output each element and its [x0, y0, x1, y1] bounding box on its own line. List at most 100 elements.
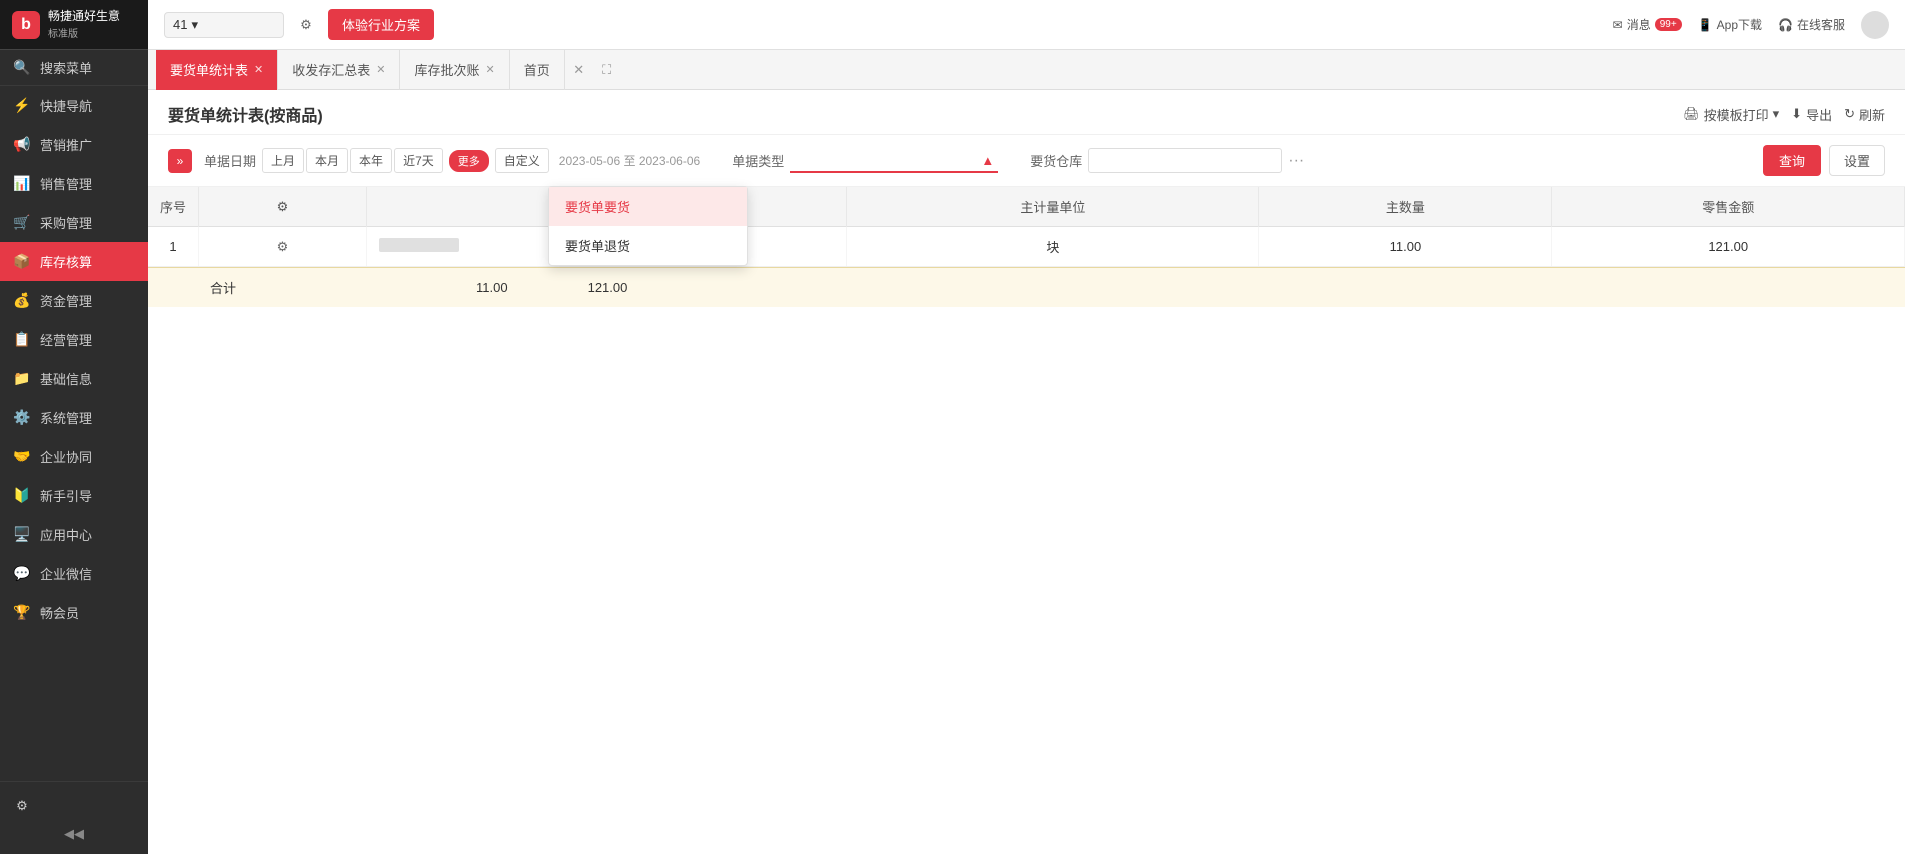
tab-home[interactable]: 首页 — [510, 50, 565, 90]
warehouse-input[interactable] — [1088, 148, 1282, 173]
export-btn[interactable]: ⬇ 导出 — [1791, 105, 1832, 124]
messages-action[interactable]: ✉ 消息 99+ — [1613, 16, 1682, 33]
tab-close-collection-summary[interactable]: ✕ — [376, 63, 385, 76]
cell-amount-0: 121.00 — [1552, 227, 1905, 267]
sidebar-item-app-center[interactable]: 🖥️ 应用中心 — [0, 515, 148, 554]
filter-settings-btn[interactable]: 设置 — [1829, 145, 1885, 176]
tab-expand-btn[interactable]: ✕ — [565, 56, 593, 84]
sidebar-icon-newbie: 🔰 — [12, 487, 32, 504]
date-label: 单据日期 — [204, 151, 256, 170]
sidebar-label-sales: 销售管理 — [40, 174, 92, 193]
sidebar-icon-system: ⚙️ — [12, 409, 32, 426]
doc-type-dropdown: 要货单要货要货单退货 — [548, 186, 748, 266]
sidebar-icon-finance: 💰 — [12, 292, 32, 309]
app-download-label: App下载 — [1717, 16, 1762, 33]
sidebar-label-wechat: 企业微信 — [40, 564, 92, 583]
top-header: 41 ▾ ⚙ 体验行业方案 ✉ 消息 99+ 📱 App下载 🎧 在线客服 — [148, 0, 1905, 50]
sidebar-item-operations[interactable]: 📋 经营管理 — [0, 320, 148, 359]
date-btn-this-year[interactable]: 本年 — [350, 148, 392, 173]
sidebar-icon-marketing: 📢 — [12, 136, 32, 153]
trial-btn[interactable]: 体验行业方案 — [328, 9, 434, 40]
main-area: 41 ▾ ⚙ 体验行业方案 ✉ 消息 99+ 📱 App下载 🎧 在线客服 要货… — [148, 0, 1905, 854]
sidebar-icon-quick-nav: ⚡ — [12, 97, 32, 114]
print-btn[interactable]: 🖨 按模板打印 ▾ — [1683, 105, 1779, 124]
search-icon: 🔍 — [12, 59, 32, 76]
tab-bar: 要货单统计表✕收发存汇总表✕库存批次账✕首页 ✕ ⛶ — [148, 50, 1905, 90]
dropdown-item-requisition-return[interactable]: 要货单退货 — [549, 226, 747, 265]
logo-icon: b — [12, 11, 40, 39]
header-right: ✉ 消息 99+ 📱 App下载 🎧 在线客服 — [1613, 11, 1889, 39]
online-service-action[interactable]: 🎧 在线客服 — [1778, 16, 1845, 33]
sidebar-search-label: 搜索菜单 — [40, 58, 92, 77]
tab-close-requisition-stats[interactable]: ✕ — [254, 63, 263, 76]
header-gear-btn[interactable]: ⚙ — [292, 11, 320, 39]
refresh-btn[interactable]: ↻ 刷新 — [1844, 105, 1885, 124]
tab-requisition-stats[interactable]: 要货单统计表 ✕ — [156, 50, 278, 90]
sidebar-label-purchase: 采购管理 — [40, 213, 92, 232]
sidebar-item-system[interactable]: ⚙️ 系统管理 — [0, 398, 148, 437]
doc-type-input[interactable] — [790, 148, 998, 173]
more-dates-btn[interactable]: 更多 — [449, 150, 489, 172]
sidebar-icon-vip: 🏆 — [12, 604, 32, 621]
sidebar-item-base-info[interactable]: 📁 基础信息 — [0, 359, 148, 398]
service-icon: 🎧 — [1778, 18, 1793, 32]
sidebar-label-vip: 畅会员 — [40, 603, 79, 622]
sidebar-item-purchase[interactable]: 🛒 采购管理 — [0, 203, 148, 242]
page-header: 要货单统计表(按商品) 🖨 按模板打印 ▾ ⬇ 导出 ↻ 刷新 — [148, 90, 1905, 135]
sidebar-item-vip[interactable]: 🏆 畅会员 — [0, 593, 148, 632]
sidebar-icon-enterprise: 🤝 — [12, 448, 32, 465]
sidebar-search[interactable]: 🔍 搜索菜单 — [0, 50, 148, 86]
sidebar-item-newbie[interactable]: 🔰 新手引导 — [0, 476, 148, 515]
message-icon: ✉ — [1613, 18, 1623, 32]
sidebar-item-enterprise[interactable]: 🤝 企业协同 — [0, 437, 148, 476]
sidebar-item-inventory[interactable]: 📦 库存核算 — [0, 242, 148, 281]
tab-inventory-batch[interactable]: 库存批次账✕ — [400, 50, 509, 90]
doc-type-arrow-icon[interactable]: ▲ — [981, 153, 994, 168]
doc-type-filter: 单据类型 ▲ — [732, 148, 998, 173]
tab-close-inventory-batch[interactable]: ✕ — [485, 63, 494, 76]
header-left: 41 ▾ ⚙ 体验行业方案 — [164, 9, 1597, 40]
date-buttons: 上月本月本年近7天 — [262, 148, 443, 173]
date-btn-recent7[interactable]: 近7天 — [394, 148, 443, 173]
sidebar-item-finance[interactable]: 💰 资金管理 — [0, 281, 148, 320]
sidebar: b 畅捷通好生意 标准版 🔍 搜索菜单 ⚡ 快捷导航 📢 营销推广 📊 销售管理… — [0, 0, 148, 854]
settings-icon: ⚙ — [12, 798, 32, 814]
doc-type-label: 单据类型 — [732, 151, 784, 170]
date-btn-up-month[interactable]: 上月 — [262, 148, 304, 173]
table-header-row: 序号⚙商品主计量单位主数量零售金额 — [148, 187, 1905, 227]
tab-collection-summary[interactable]: 收发存汇总表✕ — [278, 50, 400, 90]
print-dropdown-icon: ▾ — [1773, 106, 1780, 122]
custom-date-btn[interactable]: 自定义 — [495, 148, 549, 173]
app-download-action[interactable]: 📱 App下载 — [1698, 16, 1762, 33]
sidebar-label-enterprise: 企业协同 — [40, 447, 92, 466]
table-footer: 合计 11.00 121.00 — [148, 267, 1905, 307]
sidebar-item-quick-nav[interactable]: ⚡ 快捷导航 — [0, 86, 148, 125]
date-filter-group: 单据日期 上月本月本年近7天 更多 自定义 2023-05-06 至 2023-… — [204, 148, 700, 173]
store-selector[interactable]: 41 ▾ — [164, 12, 284, 38]
warehouse-more-icon[interactable]: ··· — [1288, 152, 1304, 170]
date-btn-this-month[interactable]: 本月 — [306, 148, 348, 173]
refresh-icon: ↻ — [1844, 106, 1855, 122]
tab-fullscreen-btn[interactable]: ⛶ — [593, 56, 621, 84]
warehouse-filter: 要货仓库 ··· — [1030, 148, 1304, 173]
th-row-num: 序号 — [148, 187, 199, 227]
page-header-actions: 🖨 按模板打印 ▾ ⬇ 导出 ↻ 刷新 — [1683, 105, 1885, 124]
app-logo: b 畅捷通好生意 标准版 — [0, 0, 148, 50]
query-btn[interactable]: 查询 — [1763, 145, 1821, 176]
table-body: 1 ⚙ 块 11.00 121.00 — [148, 227, 1905, 267]
messages-badge: 99+ — [1655, 18, 1682, 31]
sidebar-settings-btn[interactable]: ⚙ — [0, 790, 148, 822]
cell-gear-0[interactable]: ⚙ — [199, 227, 367, 267]
filter-expand-btn[interactable]: » — [168, 149, 192, 173]
sidebar-item-marketing[interactable]: 📢 营销推广 — [0, 125, 148, 164]
page-content: 要货单统计表(按商品) 🖨 按模板打印 ▾ ⬇ 导出 ↻ 刷新 — [148, 90, 1905, 854]
tab-label-requisition-stats: 要货单统计表 — [170, 60, 248, 79]
data-table: 序号⚙商品主计量单位主数量零售金额 1 ⚙ 块 11.00 121.00 — [148, 187, 1905, 267]
user-avatar[interactable] — [1861, 11, 1889, 39]
dropdown-item-requisition-order[interactable]: 要货单要货 — [549, 187, 747, 226]
sidebar-item-wechat[interactable]: 💬 企业微信 — [0, 554, 148, 593]
online-service-label: 在线客服 — [1797, 16, 1845, 33]
sidebar-collapse-btn[interactable]: ◀◀ — [0, 822, 148, 846]
warehouse-label: 要货仓库 — [1030, 151, 1082, 170]
sidebar-item-sales[interactable]: 📊 销售管理 — [0, 164, 148, 203]
